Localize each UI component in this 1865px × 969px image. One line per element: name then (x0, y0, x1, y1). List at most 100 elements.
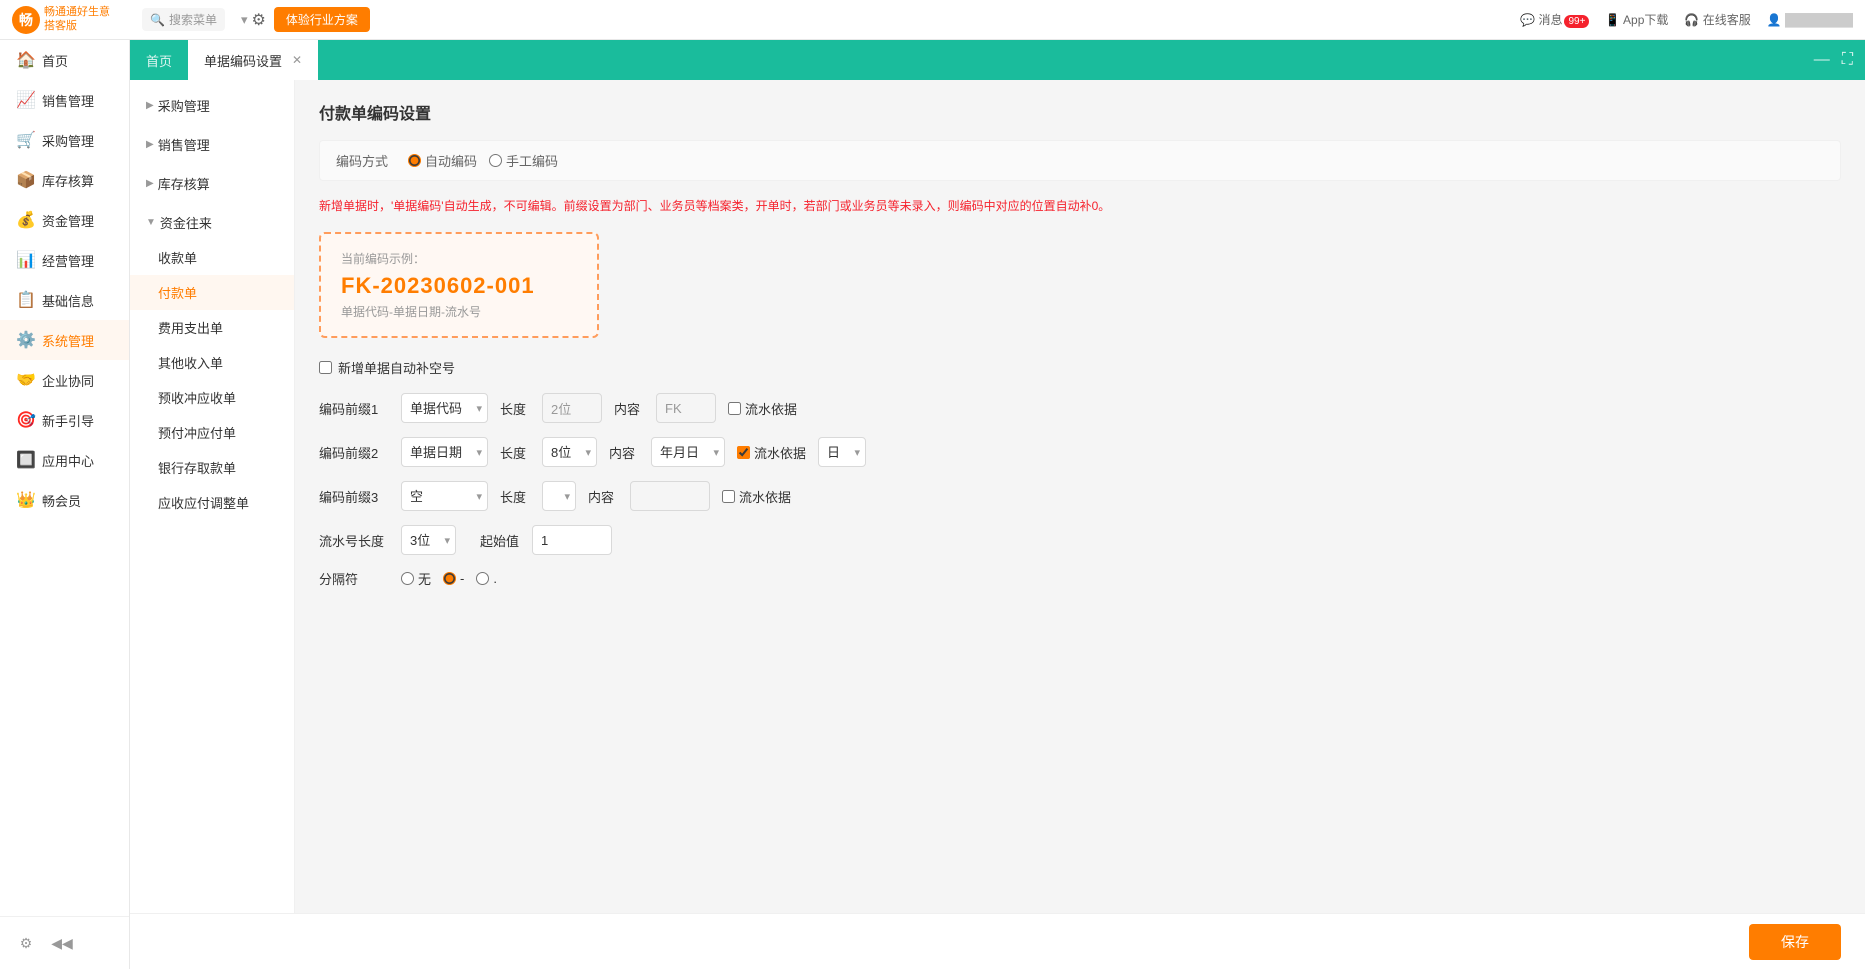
prefix2-select-wrap: 单据代码 单据日期 部门 业务员 空 (401, 437, 488, 467)
menu-item-ar-ap-adjust[interactable]: 应收应付调整单 (130, 485, 294, 520)
menu-item-receipt[interactable]: 收款单 (130, 240, 294, 275)
serial-length-select[interactable]: 3位 4位 5位 6位 (401, 525, 456, 555)
tab-bar: 首页 单据编码设置 ✕ — ⛶ (130, 40, 1865, 80)
auto-code-option[interactable]: 自动编码 (408, 151, 477, 170)
sidebar-item-purchase[interactable]: 🛒 采购管理 (0, 120, 129, 160)
sidebar-item-apps[interactable]: 🔲 应用中心 (0, 440, 129, 480)
sidebar-item-operations[interactable]: 📊 经营管理 (0, 240, 129, 280)
sidebar-item-member[interactable]: 👑 畅会员 (0, 480, 129, 520)
prefix2-select[interactable]: 单据代码 单据日期 部门 业务员 空 (401, 437, 488, 467)
menu-item-prepay-receive[interactable]: 预收冲应收单 (130, 380, 294, 415)
app-download-btn[interactable]: 📱 App下载 (1605, 11, 1668, 28)
online-service-btn[interactable]: 🎧 在线客服 (1684, 11, 1750, 28)
manual-code-radio[interactable] (489, 154, 502, 167)
purchase-icon: 🛒 (16, 130, 34, 150)
menu-item-bank-deposit[interactable]: 银行存取款单 (130, 450, 294, 485)
serial-length-label: 流水号长度 (319, 531, 389, 550)
encoding-radio-group: 自动编码 手工编码 (408, 151, 558, 170)
menu-item-other-income[interactable]: 其他收入单 (130, 345, 294, 380)
collapse-btn[interactable]: ◀◀ (48, 929, 76, 957)
length1-label: 长度 (500, 399, 530, 418)
auto-fill-checkbox[interactable] (319, 361, 332, 374)
stream2-checkbox-label[interactable]: 流水依据 (737, 443, 806, 462)
search-menu[interactable]: 🔍 搜索菜单 (142, 8, 225, 31)
sidebar-item-system[interactable]: ⚙️ 系统管理 (0, 320, 129, 360)
menu-group-capital: ▼ 资金往来 收款单 付款单 费用支出单 其他收入单 预收冲应收单 预付冲应付单… (130, 205, 294, 520)
menu-group-purchase-title[interactable]: ▶ 采购管理 (130, 88, 294, 123)
menu-item-payment[interactable]: 付款单 (130, 275, 294, 310)
sep-dot-option[interactable]: . (476, 571, 497, 586)
maximize-btn[interactable]: ⛶ (1838, 47, 1857, 73)
tab-home[interactable]: 首页 (130, 40, 188, 80)
stream-period-select[interactable]: 日 月 年 (818, 437, 866, 467)
arrow-purchase-icon: ▶ (146, 100, 154, 111)
sidebar-item-enterprise[interactable]: 🤝 企业协同 (0, 360, 129, 400)
separator-label: 分隔符 (319, 569, 389, 588)
menu-group-capital-title[interactable]: ▼ 资金往来 (130, 205, 294, 240)
main-layout: 🏠 首页 📈 销售管理 🛒 采购管理 📦 库存核算 💰 资金管理 📊 经营管理 … (0, 40, 1865, 969)
preview-sub: 单据代码-单据日期-流水号 (341, 303, 577, 320)
menu-group-purchase: ▶ 采购管理 (130, 88, 294, 123)
menu-group-inventory-title[interactable]: ▶ 库存核算 (130, 166, 294, 201)
logo-icon: 畅 (12, 6, 40, 34)
chevron-down-icon[interactable]: ▾ (241, 12, 248, 28)
sidebar-item-basic[interactable]: 📋 基础信息 (0, 280, 129, 320)
sep-none-option[interactable]: 无 (401, 569, 431, 588)
message-btn[interactable]: 💬 消息99+ (1520, 11, 1589, 28)
settings-footer-btn[interactable]: ⚙ (12, 929, 40, 957)
tab-serial-setting[interactable]: 单据编码设置 ✕ (188, 40, 318, 80)
start-value-label: 起始值 (480, 531, 520, 550)
sidebar-item-newguide[interactable]: 🎯 新手引导 (0, 400, 129, 440)
save-button[interactable]: 保存 (1749, 924, 1841, 960)
preview-code: FK-20230602-001 (341, 273, 577, 299)
page-title: 付款单编码设置 (319, 100, 1841, 124)
sep-dot-radio[interactable] (476, 572, 489, 585)
sidebar-item-inventory[interactable]: 📦 库存核算 (0, 160, 129, 200)
enterprise-icon: 🤝 (16, 370, 34, 390)
experience-btn[interactable]: 体验行业方案 (274, 7, 370, 32)
newguide-icon: 🎯 (16, 410, 34, 430)
left-menu: ▶ 采购管理 ▶ 销售管理 ▶ 库存核算 (130, 80, 295, 913)
auto-code-radio[interactable] (408, 154, 421, 167)
separator-options: 无 - . (401, 569, 497, 588)
stream3-checkbox-label[interactable]: 流水依据 (722, 487, 791, 506)
content2-select[interactable]: 年 月 日 年月 年月日 (651, 437, 725, 467)
prefix3-row: 编码前缀3 单据代码 单据日期 部门 业务员 空 长度 (319, 481, 1841, 511)
sidebar-item-home[interactable]: 🏠 首页 (0, 40, 129, 80)
system-icon: ⚙️ (16, 330, 34, 350)
tab-bar-actions: — ⛶ (1810, 47, 1865, 73)
prefix1-row: 编码前缀1 单据代码 单据日期 部门 业务员 空 长度 2位 内容 FK (319, 393, 1841, 423)
content3-label: 内容 (588, 487, 618, 506)
prefix1-label: 编码前缀1 (319, 399, 389, 418)
content1-label: 内容 (614, 399, 644, 418)
prefix3-label: 编码前缀3 (319, 487, 389, 506)
start-value-input[interactable] (532, 525, 612, 555)
stream1-checkbox-label[interactable]: 流水依据 (728, 399, 797, 418)
stream3-checkbox[interactable] (722, 490, 735, 503)
prefix3-select[interactable]: 单据代码 单据日期 部门 业务员 空 (401, 481, 488, 511)
stream1-checkbox[interactable] (728, 402, 741, 415)
minimize-btn[interactable]: — (1810, 47, 1834, 73)
length3-select[interactable] (542, 481, 576, 511)
menu-item-prepay-pay[interactable]: 预付冲应付单 (130, 415, 294, 450)
sidebar-item-sales[interactable]: 📈 销售管理 (0, 80, 129, 120)
length2-label: 长度 (500, 443, 530, 462)
menu-group-sales-title[interactable]: ▶ 销售管理 (130, 127, 294, 162)
prefix1-select[interactable]: 单据代码 单据日期 部门 业务员 空 (401, 393, 488, 423)
user-avatar[interactable]: 👤 ████████ (1767, 13, 1853, 27)
prefix2-row: 编码前缀2 单据代码 单据日期 部门 业务员 空 长度 6位 (319, 437, 1841, 467)
sep-none-radio[interactable] (401, 572, 414, 585)
manual-code-option[interactable]: 手工编码 (489, 151, 558, 170)
length2-select[interactable]: 6位 8位 (542, 437, 597, 467)
arrow-capital-icon: ▼ (146, 217, 156, 228)
encoding-method-row: 编码方式 自动编码 手工编码 (319, 140, 1841, 181)
menu-item-expense[interactable]: 费用支出单 (130, 310, 294, 345)
sep-dash-option[interactable]: - (443, 571, 464, 586)
sep-dash-radio[interactable] (443, 572, 456, 585)
settings-icon[interactable]: ⚙ (252, 10, 266, 30)
sidebar-item-finance[interactable]: 💰 资金管理 (0, 200, 129, 240)
tab-close-btn[interactable]: ✕ (292, 53, 302, 67)
stream2-checkbox[interactable] (737, 446, 750, 459)
encoding-method-label: 编码方式 (336, 151, 388, 170)
serial-length-row: 流水号长度 3位 4位 5位 6位 起始值 (319, 525, 1841, 555)
